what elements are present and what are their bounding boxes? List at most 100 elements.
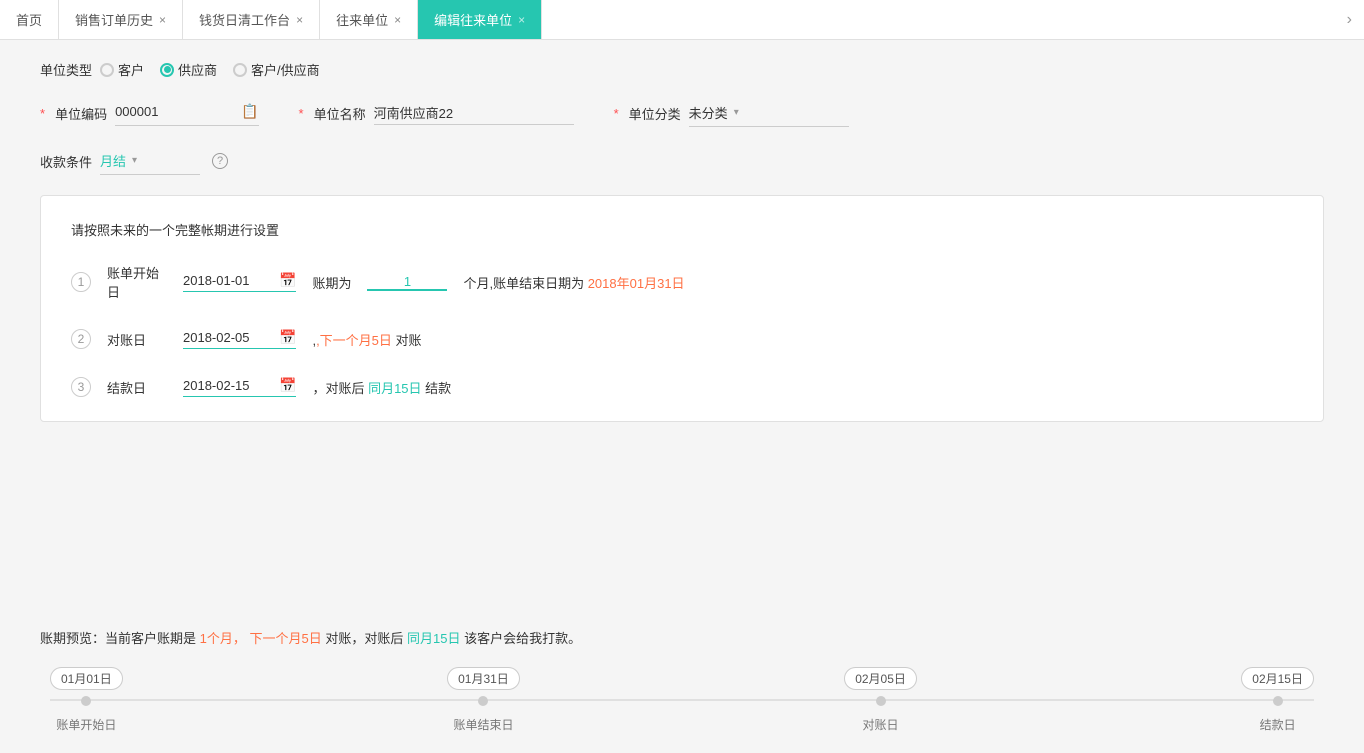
payment-terms-field: 收款条件 月结 ▾ ?: [40, 147, 228, 175]
payment-terms-value: 月结: [100, 151, 126, 170]
step-1-num: 1: [71, 272, 91, 292]
period-row-2-date-wrapper: 📅: [183, 329, 296, 349]
period-row-1-date-wrapper: 📅: [183, 272, 296, 292]
unit-category-required: *: [614, 106, 619, 121]
payment-terms-help[interactable]: ?: [212, 153, 228, 169]
period-row-3-desc: ，对账后 同月15日 结款: [312, 378, 451, 397]
payment-terms-chevron: ▾: [132, 155, 137, 166]
unit-type-label: 单位类型: [40, 60, 92, 79]
period-row-1-suffix-after: 个月,账单结束日期为 2018年01月31日: [463, 273, 684, 292]
period-row-2-date-input[interactable]: [183, 330, 273, 345]
tab-partner-unit-close[interactable]: ×: [394, 13, 401, 27]
tab-cash-work[interactable]: 钱货日清工作台 ×: [183, 0, 320, 39]
tab-home[interactable]: 首页: [0, 0, 59, 39]
period-row-1-suffix-before: 账期为: [312, 273, 351, 292]
tab-expand-button[interactable]: ›: [1335, 11, 1364, 29]
period-row-3-calendar-icon[interactable]: 📅: [279, 377, 296, 394]
period-row-1-date-input[interactable]: [183, 273, 273, 288]
timeline-label-3: 结款日: [1260, 716, 1296, 733]
payment-terms-label: 收款条件: [40, 152, 92, 171]
unit-name-required: *: [299, 106, 304, 121]
payment-terms-row: 收款条件 月结 ▾ ?: [40, 147, 1324, 175]
preview-reconcile-text: 下一个月5日: [250, 631, 322, 646]
tab-cash-work-close[interactable]: ×: [296, 13, 303, 27]
tab-partner-unit[interactable]: 往来单位 ×: [320, 0, 418, 39]
period-row-2-desc: ,,下一个月5日 对账: [312, 330, 421, 349]
radio-supplier[interactable]: 供应商: [160, 60, 217, 79]
timeline-point-3: 02月15日 结款日: [1241, 667, 1314, 733]
timeline-dot-0: [81, 696, 91, 706]
step-3-num: 3: [71, 377, 91, 397]
period-row-3-label: 结款日: [107, 378, 167, 397]
period-row-1-label: 账单开始日: [107, 263, 167, 301]
preview-payment-text: 同月15日: [407, 631, 460, 646]
unit-code-label: 单位编码: [55, 104, 107, 123]
unit-name-input[interactable]: [374, 101, 574, 125]
payment-terms-select[interactable]: 月结 ▾: [100, 147, 200, 175]
period-row-3-date-wrapper: 📅: [183, 377, 296, 397]
unit-category-chevron: ▾: [734, 107, 739, 118]
period-row-3-same-month: 同月15日: [368, 381, 421, 396]
unit-code-field: * 单位编码 📋: [40, 100, 259, 126]
preview-text: 账期预览：当前客户账期是 1个月， 下一个月5日 对账，对账后 同月15日 该客…: [40, 628, 1324, 647]
period-row-1-calendar-icon[interactable]: 📅: [279, 272, 296, 289]
period-row-2-label: 对账日: [107, 330, 167, 349]
timeline-badge-1: 01月31日: [447, 667, 520, 690]
unit-code-icon[interactable]: 📋: [241, 103, 258, 120]
unit-category-label: 单位分类: [629, 104, 681, 123]
tab-home-label: 首页: [16, 10, 42, 29]
timeline-dot-1: [478, 696, 488, 706]
unit-category-select[interactable]: 未分类 ▾: [689, 99, 849, 127]
unit-info-row: * 单位编码 📋 * 单位名称 * 单位分类 未分类 ▾: [40, 99, 1324, 127]
preview-payment-suffix: 该客户会给我打款。: [464, 631, 581, 646]
radio-both[interactable]: 客户/供应商: [233, 60, 320, 79]
radio-customer[interactable]: 客户: [100, 60, 144, 79]
timeline-dot-3: [1273, 696, 1283, 706]
period-row-2-calendar-icon[interactable]: 📅: [279, 329, 296, 346]
period-row-2-next-month: ,下一个月5日: [316, 333, 392, 348]
tab-sales-order-history[interactable]: 销售订单历史 ×: [59, 0, 183, 39]
timeline-points: 01月01日 账单开始日 01月31日 账单结束日 02月05日 对账日 02月…: [50, 667, 1314, 733]
period-months-input[interactable]: [367, 274, 447, 291]
timeline-label-2: 对账日: [863, 716, 899, 733]
preview-section: 账期预览：当前客户账期是 1个月， 下一个月5日 对账，对账后 同月15日 该客…: [0, 608, 1364, 753]
period-end-date: 2018年01月31日: [588, 276, 685, 291]
timeline-label-1: 账单结束日: [453, 716, 513, 733]
timeline-point-1: 01月31日 账单结束日: [447, 667, 520, 733]
period-title: 请按照未来的一个完整帐期进行设置: [71, 220, 1293, 239]
radio-supplier-label: 供应商: [178, 60, 217, 79]
preview-period-months: 1个月，: [200, 631, 246, 646]
tab-edit-partner-unit-close[interactable]: ×: [518, 13, 525, 27]
tab-partner-unit-label: 往来单位: [336, 10, 388, 29]
period-row-2: 2 对账日 📅 ,,下一个月5日 对账: [71, 329, 1293, 349]
tab-edit-partner-unit-label: 编辑往来单位: [434, 10, 512, 29]
tab-bar: 首页 销售订单历史 × 钱货日清工作台 × 往来单位 × 编辑往来单位 × ›: [0, 0, 1364, 40]
unit-code-required: *: [40, 106, 45, 121]
unit-code-input-wrapper: 📋: [115, 100, 258, 126]
tab-sales-order-history-close[interactable]: ×: [159, 13, 166, 27]
unit-name-field: * 单位名称: [299, 101, 574, 125]
radio-customer-label: 客户: [118, 60, 144, 79]
period-row-3: 3 结款日 📅 ，对账后 同月15日 结款: [71, 377, 1293, 397]
timeline-badge-3: 02月15日: [1241, 667, 1314, 690]
unit-code-input[interactable]: [115, 100, 235, 123]
preview-reconcile-suffix: 对账，对账后: [325, 631, 403, 646]
unit-type-radio-group: 客户 供应商 客户/供应商: [100, 60, 320, 79]
radio-both-circle: [233, 63, 247, 77]
radio-supplier-circle: [160, 63, 174, 77]
timeline-badge-0: 01月01日: [50, 667, 123, 690]
radio-both-label: 客户/供应商: [251, 60, 320, 79]
period-row-3-date-input[interactable]: [183, 378, 273, 393]
unit-name-label: 单位名称: [314, 104, 366, 123]
unit-category-field: * 单位分类 未分类 ▾: [614, 99, 849, 127]
period-row-1: 1 账单开始日 📅 账期为 个月,账单结束日期为 2018年01月31日: [71, 263, 1293, 301]
unit-category-value: 未分类: [689, 103, 728, 122]
timeline-badge-2: 02月05日: [844, 667, 917, 690]
tab-sales-order-history-label: 销售订单历史: [75, 10, 153, 29]
tab-edit-partner-unit[interactable]: 编辑往来单位 ×: [418, 0, 542, 39]
preview-label-prefix: 账期预览：当前客户账期是: [40, 631, 196, 646]
timeline: 01月01日 账单开始日 01月31日 账单结束日 02月05日 对账日 02月…: [50, 667, 1314, 733]
timeline-point-2: 02月05日 对账日: [844, 667, 917, 733]
unit-type-field: 单位类型 客户 供应商 客户/供应商: [40, 60, 320, 79]
period-box: 请按照未来的一个完整帐期进行设置 1 账单开始日 📅 账期为 个月,账单结束日期…: [40, 195, 1324, 422]
